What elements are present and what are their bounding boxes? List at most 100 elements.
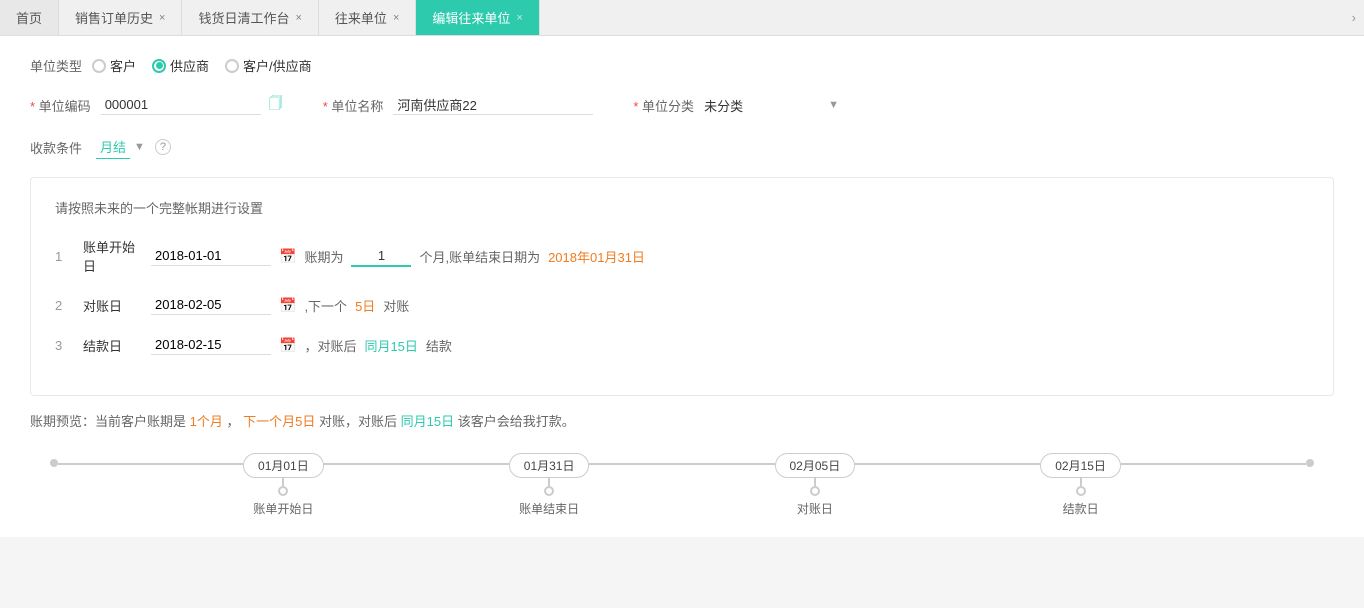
tl-date-1: 01月01日 [243,453,324,478]
tl-vert-3 [814,478,816,486]
tl-circle-3 [810,486,820,496]
timeline-dot-start [50,459,58,467]
timeline-node-1: 01月01日 账单开始日 [243,453,324,517]
unit-code-group: 🗍 [101,93,283,117]
timeline-segment-4 [855,453,1040,465]
tl-line-1 [58,463,243,465]
tl-line-4 [855,463,1040,465]
timeline-segment-5 [1121,453,1306,465]
tab-close-cashier[interactable]: × [295,12,301,24]
radio-customer[interactable]: 客户 [92,56,136,75]
timeline-segment-2 [324,453,509,465]
tl-date-3: 02月05日 [775,453,856,478]
payment-terms-help-icon[interactable]: ? [155,139,171,155]
unit-info-row: 单位编码 🗍 单位名称 单位分类 未分类 ▼ [30,93,1334,117]
timeline-segment-3 [589,453,774,465]
radio-circle-customer [92,59,106,73]
payment-terms-value: 月结 [96,135,130,159]
reconcile-date-input[interactable] [151,295,271,315]
period-input[interactable] [351,246,411,267]
unit-name-input[interactable] [393,95,593,115]
tab-edit-partner[interactable]: 编辑往来单位 × [416,0,539,35]
settlement-title: 请按照未来的一个完整帐期进行设置 [55,198,1309,217]
timeline-dot-end [1306,459,1314,467]
unit-type-label: 单位类型 [30,56,82,75]
tl-label-3: 对账日 [797,500,833,517]
row1-suffix-before: 账期为 [304,247,343,266]
tab-home[interactable]: 首页 [0,0,59,35]
row1-suffix-after: 个月,账单结束日期为 [419,247,540,266]
radio-circle-supplier [152,59,166,73]
preview-section: 账期预览：当前客户账期是 1个月 ， 下一个月5日 对账，对账后 同月15日 该… [30,412,1334,433]
tl-vert-2 [548,478,550,486]
tl-label-1: 账单开始日 [253,500,313,517]
tab-cashier[interactable]: 钱货日清工作台 × [182,0,318,35]
row-type-3: 结款日 [83,336,143,355]
row-type-2: 对账日 [83,296,143,315]
tl-label-4: 结款日 [1063,500,1099,517]
preview-middle2: 对账，对账后 [319,414,397,429]
unit-category-value: 未分类 [704,96,824,115]
tl-line-3 [589,463,774,465]
settlement-box: 请按照未来的一个完整帐期进行设置 1 账单开始日 📅 账期为 个月,账单结束日期… [30,177,1334,396]
row2-suffix: 对账 [383,296,409,315]
timeline-node-4: 02月15日 结款日 [1040,453,1121,517]
tl-circle-4 [1076,486,1086,496]
tl-circle-1 [278,486,288,496]
timeline: 01月01日 账单开始日 01月31日 账单结束日 02月05日 对账日 [30,453,1334,517]
unit-category-label: 单位分类 [633,96,694,115]
payment-terms-dropdown-icon[interactable]: ▼ [134,141,145,153]
start-date-calendar-icon[interactable]: 📅 [279,248,296,265]
tab-sales-history[interactable]: 销售订单历史 × [59,0,182,35]
preview-part2: 下一个月5日 [243,414,315,429]
tl-circle-2 [544,486,554,496]
preview-part1: 1个月 [190,414,223,429]
row-num-1: 1 [55,249,75,264]
tl-date-2: 01月31日 [509,453,590,478]
radio-both[interactable]: 客户/供应商 [225,56,312,75]
tab-close-sales-history[interactable]: × [159,12,165,24]
tl-label-2: 账单结束日 [519,500,579,517]
unit-name-label: 单位名称 [323,96,384,115]
timeline-node-2: 01月31日 账单结束日 [509,453,590,517]
settlement-row-1: 1 账单开始日 📅 账期为 个月,账单结束日期为 2018年01月31日 [55,237,1309,275]
tl-line-5 [1121,463,1306,465]
payment-date-input[interactable] [151,335,271,355]
row1-end-date: 2018年01月31日 [548,247,645,266]
preview-suffix: 该客户会给我打款。 [458,414,575,429]
preview-prefix: 账期预览：当前客户账期是 [30,414,186,429]
unit-type-radio-group: 客户 供应商 客户/供应商 [92,56,312,75]
radio-supplier[interactable]: 供应商 [152,56,209,75]
preview-middle1: ， [227,414,240,429]
timeline-node-3: 02月05日 对账日 [775,453,856,517]
payment-date-calendar-icon[interactable]: 📅 [279,337,296,354]
tab-close-edit-partner[interactable]: × [516,12,522,24]
tab-more-arrow[interactable]: › [1344,0,1364,35]
tab-close-partner[interactable]: × [393,12,399,24]
preview-part3: 同月15日 [401,414,454,429]
row-type-1: 账单开始日 [83,237,143,275]
row-num-2: 2 [55,298,75,313]
timeline-segment-1 [58,453,243,465]
tab-bar: 首页 销售订单历史 × 钱货日清工作台 × 往来单位 × 编辑往来单位 × › [0,0,1364,36]
row-num-3: 3 [55,338,75,353]
payment-terms-label: 收款条件 [30,138,82,157]
row3-highlight: 同月15日 [364,336,417,355]
unit-category-dropdown-icon[interactable]: ▼ [828,99,839,111]
radio-circle-both [225,59,239,73]
unit-code-input[interactable] [101,95,261,115]
row2-highlight: 5日 [355,296,375,315]
payment-terms-select[interactable]: 月结 ▼ [96,135,145,159]
unit-code-icon[interactable]: 🗍 [269,93,283,117]
reconcile-date-calendar-icon[interactable]: 📅 [279,297,296,314]
unit-type-row: 单位类型 客户 供应商 客户/供应商 [30,56,1334,75]
settlement-row-2: 2 对账日 📅 ,下一个 5日 对账 [55,295,1309,315]
tab-partner[interactable]: 往来单位 × [319,0,416,35]
unit-category-select[interactable]: 未分类 ▼ [704,96,839,115]
payment-terms-row: 收款条件 月结 ▼ ? [30,135,1334,159]
row2-prefix: ,下一个 [304,296,347,315]
tl-date-4: 02月15日 [1040,453,1121,478]
tl-vert-1 [282,478,284,486]
start-date-input[interactable] [151,246,271,266]
row3-suffix: 结款 [426,336,452,355]
